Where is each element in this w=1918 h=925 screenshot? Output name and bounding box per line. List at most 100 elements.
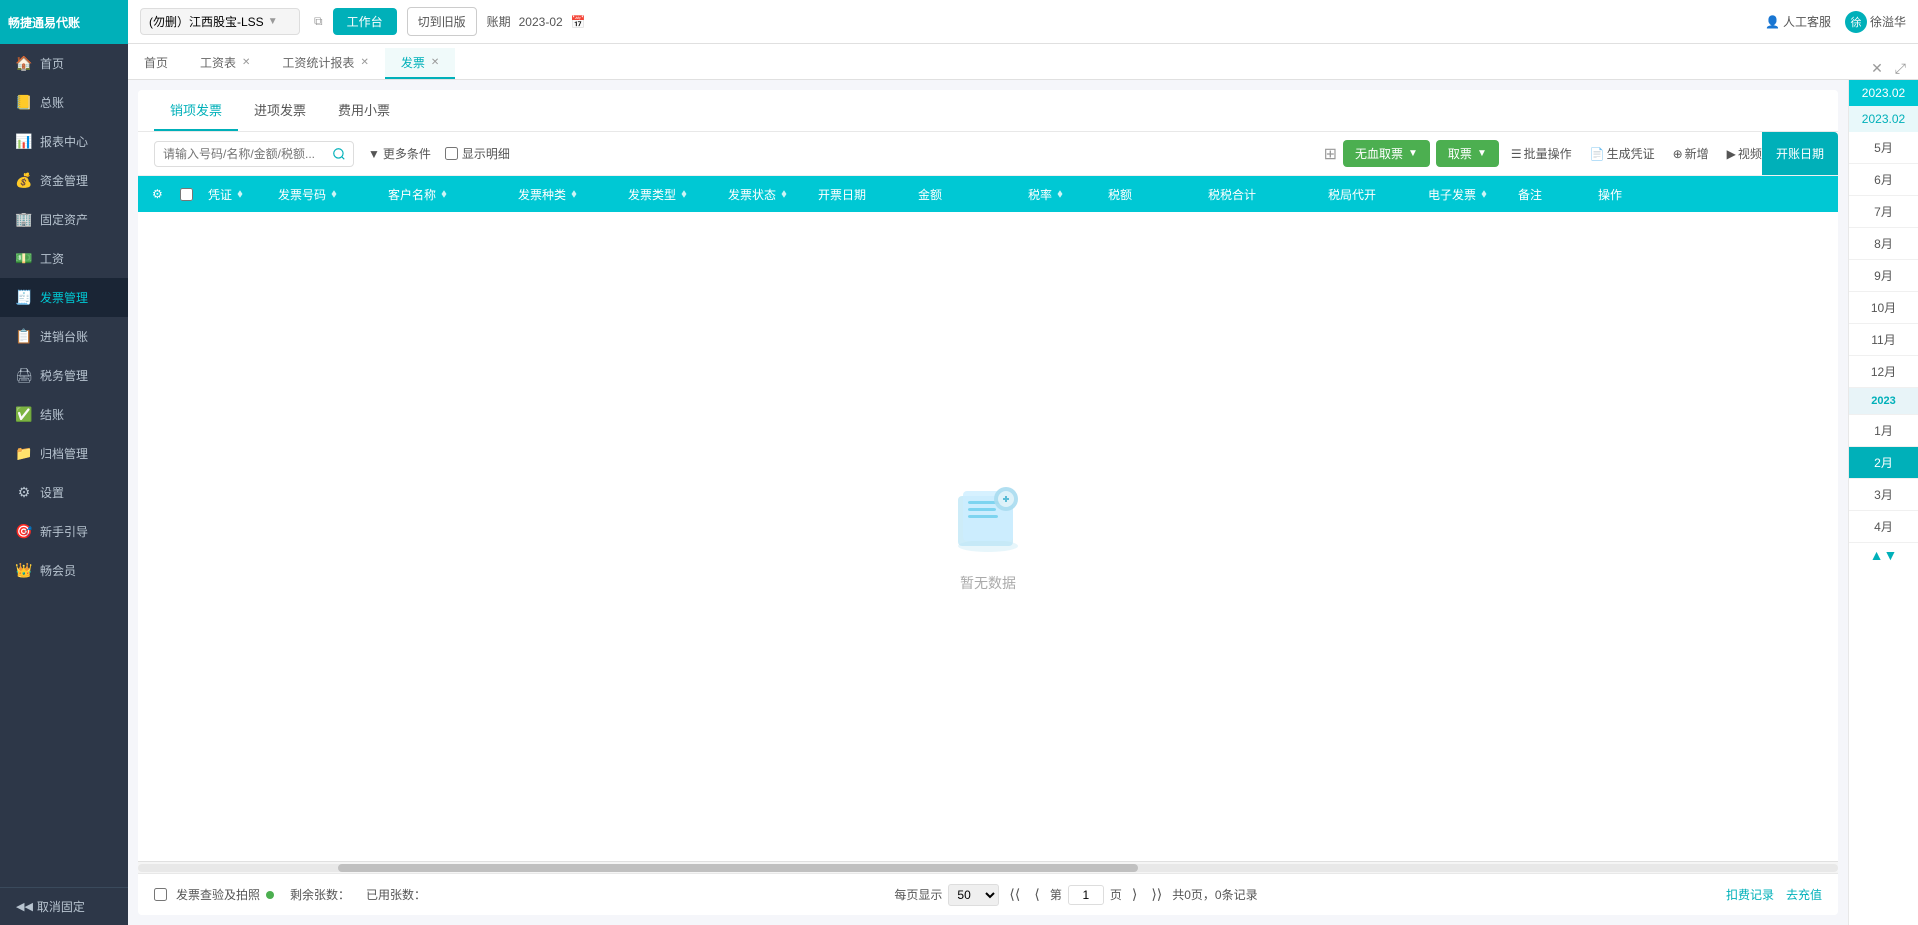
sub-tab-销项发票[interactable]: 销项发票 [154, 90, 238, 131]
user-button[interactable]: 徐 徐溢华 [1845, 11, 1906, 33]
th-invoice-no[interactable]: 发票号码 [272, 186, 382, 203]
sidebar-item-发票管理[interactable]: 🧾发票管理 [0, 278, 128, 317]
select-all-checkbox[interactable] [180, 188, 193, 201]
date-panel-top2[interactable]: 2023.02 [1849, 106, 1918, 132]
date-nav-up[interactable]: ▲ [1870, 547, 1884, 563]
th-amount[interactable]: 金额 [912, 186, 1022, 203]
tab-close-icon[interactable]: ✕ [360, 57, 368, 68]
scrollbar-track[interactable] [138, 864, 1838, 872]
search-input[interactable] [154, 141, 354, 167]
filter-button[interactable]: ▼ 更多条件 [362, 141, 437, 166]
tab-close-icon[interactable]: ✕ [242, 57, 250, 68]
tab-首页[interactable]: 首页 [128, 48, 184, 79]
show-detail-input[interactable] [445, 147, 458, 160]
th-setting[interactable]: ⚙ [146, 187, 174, 201]
sidebar-item-label: 设置 [40, 484, 64, 501]
th-invoice-class[interactable]: 发票类型 [622, 186, 722, 203]
date-item-10月[interactable]: 10月 [1849, 292, 1918, 324]
footer-verify[interactable]: 发票查验及拍照 [154, 886, 274, 903]
workspace-button[interactable]: 工作台 [333, 8, 397, 35]
sidebar-item-label: 税务管理 [40, 367, 88, 384]
sidebar-item-新手引导[interactable]: 🎯新手引导 [0, 512, 128, 551]
date-item-2月[interactable]: 2月 [1849, 447, 1918, 479]
sub-tab-费用小票[interactable]: 费用小票 [322, 90, 406, 131]
scrollbar-thumb[interactable] [338, 864, 1138, 872]
add-button[interactable]: ⊕ 新增 [1667, 141, 1715, 166]
tab-发票[interactable]: 发票✕ [385, 48, 455, 79]
page-size-select[interactable]: 50 100 200 [948, 884, 999, 906]
last-page-button[interactable]: ⟩⟩ [1147, 884, 1166, 905]
company-selector[interactable]: (勿删）江西股宝-LSS ▼ [140, 8, 300, 35]
sidebar-icon: 🏠 [16, 56, 32, 72]
date-item-4月[interactable]: 4月 [1849, 511, 1918, 543]
th-customer[interactable]: 客户名称 [382, 186, 512, 203]
sidebar-item-首页[interactable]: 🏠首页 [0, 44, 128, 83]
th-checkbox[interactable] [174, 188, 202, 201]
gen-cert-icon: 📄 [1590, 147, 1605, 161]
deduction-record-link[interactable]: 扣费记录 [1726, 886, 1774, 903]
calendar-icon[interactable]: 📅 [571, 15, 586, 29]
sidebar-item-资金管理[interactable]: 💰资金管理 [0, 161, 128, 200]
date-nav-down[interactable]: ▼ [1884, 547, 1898, 563]
verify-checkbox[interactable] [154, 888, 167, 901]
no-ticket-button[interactable]: 无血取票 ▼ [1343, 140, 1430, 167]
date-item-9月[interactable]: 9月 [1849, 260, 1918, 292]
date-item-6月[interactable]: 6月 [1849, 164, 1918, 196]
th-remark[interactable]: 备注 [1512, 186, 1592, 203]
th-tax-total[interactable]: 税税合计 [1202, 186, 1322, 203]
support-button[interactable]: 👤 人工客服 [1765, 13, 1831, 30]
sidebar-item-报表中心[interactable]: 📊报表中心 [0, 122, 128, 161]
date-item-2023[interactable]: 2023 [1849, 388, 1918, 415]
th-date[interactable]: 开票日期 [812, 186, 912, 203]
tab-close-icon[interactable]: ✕ [431, 57, 439, 68]
sidebar-item-归档管理[interactable]: 📁归档管理 [0, 434, 128, 473]
batch-op-button[interactable]: ☰ 批量操作 [1505, 141, 1578, 166]
sub-tab-进项发票[interactable]: 进项发票 [238, 90, 322, 131]
video-button[interactable]: ▶ 视频 [1721, 141, 1768, 166]
th-status[interactable]: 发票状态 [722, 186, 812, 203]
date-item-5月[interactable]: 5月 [1849, 132, 1918, 164]
date-item-12月[interactable]: 12月 [1849, 356, 1918, 388]
date-item-11月[interactable]: 11月 [1849, 324, 1918, 356]
date-item-3月[interactable]: 3月 [1849, 479, 1918, 511]
expand-tab-icon[interactable]: ⤢ [1891, 58, 1910, 79]
show-detail-checkbox[interactable]: 显示明细 [445, 145, 510, 162]
grid-icon[interactable]: ⊞ [1324, 144, 1337, 164]
sidebar-item-税务管理[interactable]: 🖨税务管理 [0, 356, 128, 395]
gen-cert-button[interactable]: 📄 生成凭证 [1584, 141, 1661, 166]
sidebar-bottom[interactable]: ◀◀ 取消固定 [0, 887, 128, 925]
sidebar-item-工资[interactable]: 💵工资 [0, 239, 128, 278]
open-period-button[interactable]: 开账日期 [1762, 132, 1838, 175]
th-e-invoice[interactable]: 电子发票 [1422, 186, 1512, 203]
date-panel-top1[interactable]: 2023.02 [1849, 80, 1918, 106]
th-tax-id[interactable]: 税局代开 [1322, 186, 1422, 203]
th-cert[interactable]: 凭证 [202, 186, 272, 203]
recharge-link[interactable]: 去充值 [1786, 886, 1822, 903]
scrollbar-area[interactable] [138, 861, 1838, 873]
date-item-8月[interactable]: 8月 [1849, 228, 1918, 260]
first-page-button[interactable]: ⟨⟨ [1005, 884, 1024, 905]
sidebar-icon: 📒 [16, 95, 32, 111]
sidebar-item-结账[interactable]: ✅结账 [0, 395, 128, 434]
next-page-button[interactable]: ⟩ [1128, 884, 1141, 905]
sidebar-icon: 💵 [16, 251, 32, 267]
sidebar-item-设置[interactable]: ⚙设置 [0, 473, 128, 512]
tab-工资统计报表[interactable]: 工资统计报表✕ [266, 48, 384, 79]
sidebar-item-固定资产[interactable]: 🏢固定资产 [0, 200, 128, 239]
copy-icon[interactable]: ⧉ [314, 14, 323, 29]
th-invoice-type[interactable]: 发票种类 [512, 186, 622, 203]
date-item-1月[interactable]: 1月 [1849, 415, 1918, 447]
date-item-7月[interactable]: 7月 [1849, 196, 1918, 228]
th-tax[interactable]: 税额 [1102, 186, 1202, 203]
close-tab-icon[interactable]: ✕ [1867, 58, 1887, 79]
prev-page-button[interactable]: ⟨ [1030, 884, 1043, 905]
page-input[interactable] [1068, 885, 1104, 905]
sidebar-item-总账[interactable]: 📒总账 [0, 83, 128, 122]
th-tax-rate[interactable]: 税率 [1022, 186, 1102, 203]
sidebar-item-进销台账[interactable]: 📋进销台账 [0, 317, 128, 356]
th-operation[interactable]: 操作 [1592, 186, 1652, 203]
tab-工资表[interactable]: 工资表✕ [184, 48, 266, 79]
sidebar-item-畅会员[interactable]: 👑畅会员 [0, 551, 128, 590]
take-button[interactable]: 取票 ▼ [1436, 140, 1499, 167]
switch-old-button[interactable]: 切到旧版 [407, 7, 477, 36]
